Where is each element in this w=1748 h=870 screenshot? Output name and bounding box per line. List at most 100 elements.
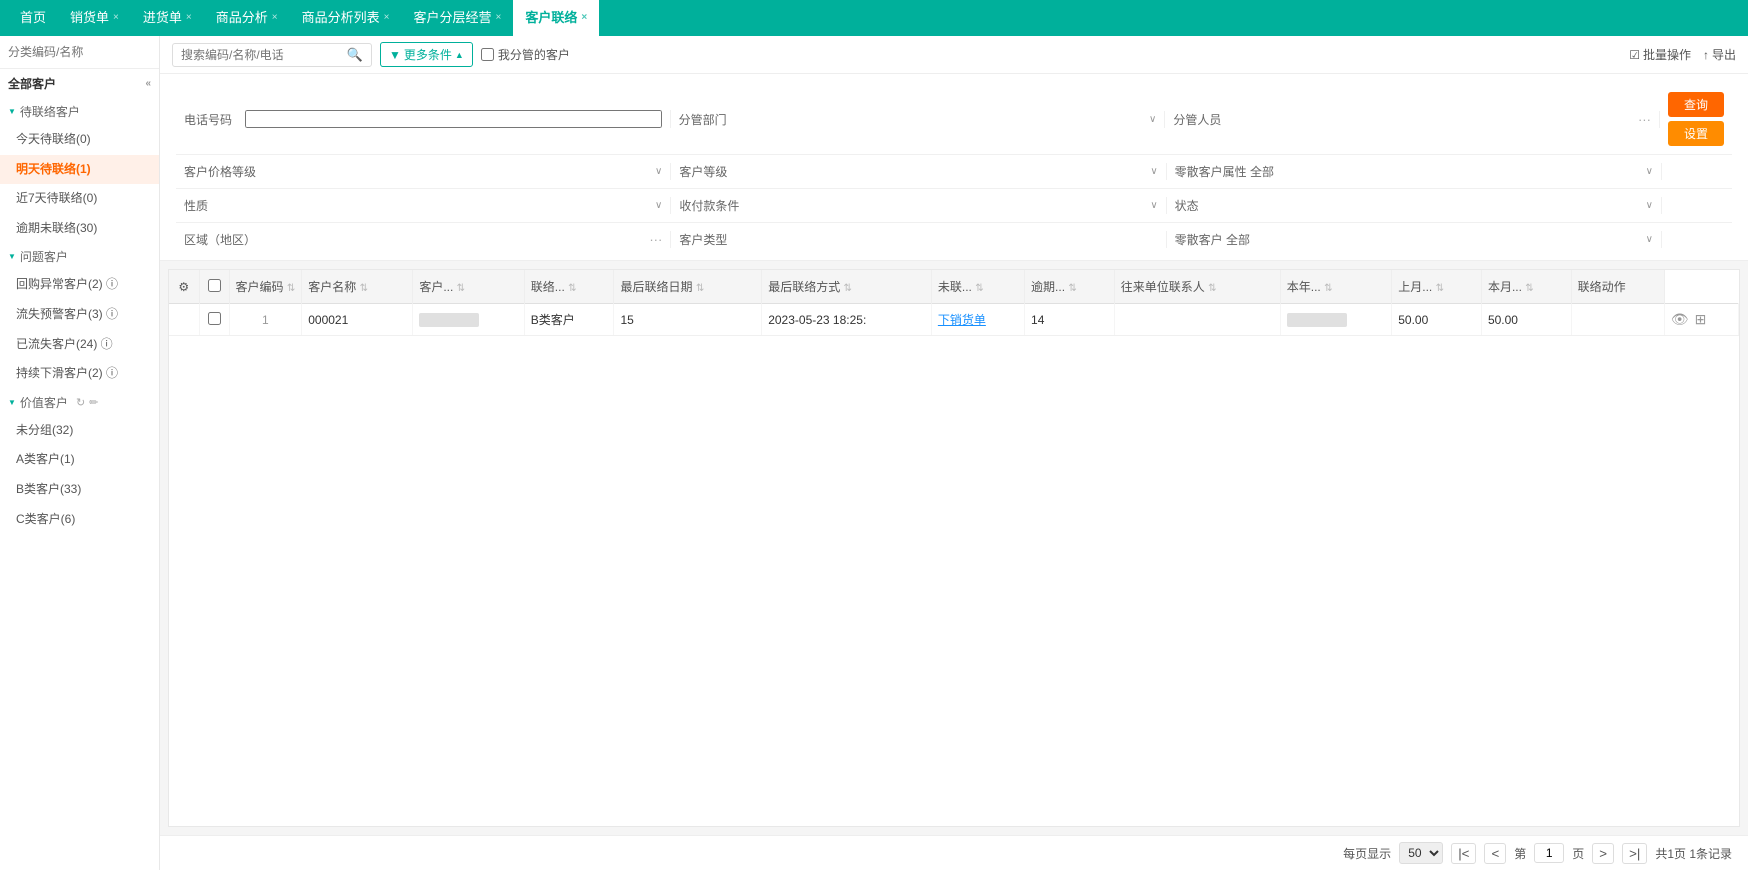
- sidebar-item-overdue-contact[interactable]: 逾期未联络(30): [0, 214, 159, 244]
- th-checkbox[interactable]: [199, 270, 229, 304]
- first-page-button[interactable]: |<: [1451, 843, 1476, 864]
- filter-status-arrow-icon[interactable]: ∨: [1646, 200, 1653, 211]
- edit-value-icon[interactable]: ✏: [89, 396, 98, 409]
- filter-customer-type: 客户类型: [671, 231, 1166, 248]
- sidebar-search-input[interactable]: [8, 45, 160, 59]
- main-search-box[interactable]: 🔍: [172, 43, 372, 67]
- nav-purchase[interactable]: 进货单 ×: [131, 0, 204, 36]
- my-customer-label: 我分管的客户: [498, 46, 570, 63]
- nav-sales-order[interactable]: 销货单 ×: [58, 0, 131, 36]
- prev-page-button[interactable]: <: [1484, 843, 1506, 864]
- nav-home[interactable]: 首页: [8, 0, 58, 36]
- sidebar-item-class-a[interactable]: A类客户(1): [0, 445, 159, 475]
- triangle-icon-2: ▼: [8, 252, 16, 261]
- close-sales-icon[interactable]: ×: [113, 0, 119, 36]
- export-button[interactable]: ↑ 导出: [1703, 46, 1736, 63]
- sidebar-search-box[interactable]: 🔍: [0, 36, 159, 69]
- collapse-icon[interactable]: «: [145, 78, 151, 89]
- more-filter-button[interactable]: ▼ 更多条件 ▲: [380, 42, 473, 67]
- td-contact-person: [1280, 304, 1391, 336]
- nav-customer-contact[interactable]: 客户联络 ×: [513, 0, 599, 36]
- search-icon-main[interactable]: 🔍: [347, 47, 363, 63]
- grid-action-icon[interactable]: ⊞: [1695, 311, 1707, 328]
- filter-person-dots-icon[interactable]: ···: [1638, 112, 1651, 127]
- filter-phone-input[interactable]: [245, 110, 662, 128]
- th-gear[interactable]: ⚙: [169, 270, 199, 304]
- th-code[interactable]: 客户编码 ⇅: [229, 270, 302, 304]
- close-product-analysis-icon[interactable]: ×: [272, 0, 278, 36]
- nav-customer-tier[interactable]: 客户分层经营 ×: [401, 0, 513, 36]
- query-button[interactable]: 查询: [1668, 92, 1724, 117]
- sidebar-item-churned[interactable]: 已流失客户(24) ⓘ: [0, 330, 159, 360]
- group-problem-customers[interactable]: ▼ 问题客户: [0, 243, 159, 270]
- last-page-button[interactable]: >|: [1622, 843, 1647, 864]
- sort-contact-icon: ⇅: [568, 283, 576, 294]
- last-method-link[interactable]: 下销货单: [938, 313, 986, 327]
- sidebar-item-declining[interactable]: 持续下滑客户(2) ⓘ: [0, 359, 159, 389]
- th-uncontacted[interactable]: 未联... ⇅: [931, 270, 1024, 304]
- td-last-month: 50.00: [1481, 304, 1571, 336]
- sidebar-item-today-contact[interactable]: 今天待联络(0): [0, 125, 159, 155]
- sidebar-item-week-contact[interactable]: 近7天待联络(0): [0, 184, 159, 214]
- my-customer-checkbox-group[interactable]: 我分管的客户: [481, 46, 570, 63]
- filter-scatter-attr-arrow-icon[interactable]: ∨: [1646, 166, 1653, 177]
- close-customer-tier-icon[interactable]: ×: [495, 0, 501, 36]
- th-name[interactable]: 客户名称 ⇅: [302, 270, 413, 304]
- th-last-method[interactable]: 最后联络方式 ⇅: [762, 270, 932, 304]
- all-customers-header[interactable]: 全部客户 «: [0, 69, 159, 98]
- batch-op-button[interactable]: ☑ 批量操作: [1629, 46, 1691, 63]
- td-gear: [169, 304, 199, 336]
- filter-row-2: 客户价格等级 ∨ 客户等级 ∨ 零散客户属性 全部 ∨: [176, 155, 1732, 189]
- td-code: 000021: [302, 304, 413, 336]
- next-page-button[interactable]: >: [1592, 843, 1614, 864]
- td-name: Ea: [413, 304, 524, 336]
- th-overdue[interactable]: 逾期... ⇅: [1025, 270, 1115, 304]
- th-contact-person[interactable]: 往来单位联系人 ⇅: [1114, 270, 1280, 304]
- th-last-date[interactable]: 最后联络日期 ⇅: [614, 270, 762, 304]
- total-label: 共1页 1条记录: [1655, 845, 1732, 862]
- close-product-list-icon[interactable]: ×: [384, 0, 390, 36]
- filter-nature-arrow-icon[interactable]: ∨: [655, 200, 662, 211]
- data-table-container: ⚙ 客户编码 ⇅ 客户名称 ⇅ 客户... ⇅ 联络... ⇅ 最后联络日期 ⇅…: [168, 269, 1740, 827]
- page-input[interactable]: [1534, 843, 1564, 863]
- sidebar-item-churn-warning[interactable]: 流失预警客户(3) ⓘ: [0, 300, 159, 330]
- filter-dept-arrow-icon[interactable]: ∨: [1149, 114, 1156, 125]
- page-size-select[interactable]: 50: [1399, 842, 1443, 864]
- main-search-input[interactable]: [181, 48, 347, 62]
- select-all-checkbox[interactable]: [208, 279, 221, 292]
- sidebar-item-class-b[interactable]: B类客户(33): [0, 475, 159, 505]
- close-customer-contact-icon[interactable]: ×: [581, 0, 587, 36]
- filter-scatter-customer-arrow-icon[interactable]: ∨: [1646, 234, 1653, 245]
- eye-action-icon[interactable]: 👁: [1671, 311, 1689, 328]
- filter-customer-grade-arrow-icon[interactable]: ∨: [1150, 166, 1157, 177]
- sidebar-item-tomorrow-contact[interactable]: 明天待联络(1): [0, 155, 159, 185]
- td-last-method[interactable]: 下销货单: [931, 304, 1024, 336]
- row-checkbox[interactable]: [208, 312, 221, 325]
- filter-region-dots-icon[interactable]: ···: [649, 232, 662, 247]
- sidebar-item-class-c[interactable]: C类客户(6): [0, 505, 159, 535]
- table-header-row: ⚙ 客户编码 ⇅ 客户名称 ⇅ 客户... ⇅ 联络... ⇅ 最后联络日期 ⇅…: [169, 270, 1739, 304]
- th-contact-count[interactable]: 联络... ⇅: [524, 270, 614, 304]
- sidebar-item-repurchase-anomaly[interactable]: 回购异常客户(2) ⓘ: [0, 270, 159, 300]
- filter-price-grade-arrow-icon[interactable]: ∨: [655, 166, 662, 177]
- td-checkbox[interactable]: [199, 304, 229, 336]
- group-pending-contact[interactable]: ▼ 待联络客户: [0, 98, 159, 125]
- th-this-month[interactable]: 本月... ⇅: [1481, 270, 1571, 304]
- sidebar-item-ungrouped[interactable]: 未分组(32): [0, 416, 159, 446]
- sort-overdue-icon: ⇅: [1068, 283, 1076, 294]
- th-type[interactable]: 客户... ⇅: [413, 270, 524, 304]
- nav-product-analysis[interactable]: 商品分析 ×: [204, 0, 290, 36]
- filter-scatter-attr: 零散客户属性 全部 ∨: [1167, 163, 1662, 180]
- refresh-icon[interactable]: ↻: [76, 396, 85, 409]
- my-customer-checkbox[interactable]: [481, 48, 494, 61]
- th-this-year[interactable]: 本年... ⇅: [1280, 270, 1391, 304]
- td-row-num: 1: [229, 304, 302, 336]
- filter-scatter-customer-label: 零散客户 全部: [1175, 231, 1250, 248]
- set-button[interactable]: 设置: [1668, 121, 1724, 146]
- nav-product-list[interactable]: 商品分析列表 ×: [290, 0, 402, 36]
- group-value-customers[interactable]: ▼ 价值客户 ↻ ✏: [0, 389, 159, 416]
- filter-payment-arrow-icon[interactable]: ∨: [1150, 200, 1157, 211]
- close-purchase-icon[interactable]: ×: [186, 0, 192, 36]
- td-type: B类客户: [524, 304, 614, 336]
- th-last-month[interactable]: 上月... ⇅: [1392, 270, 1482, 304]
